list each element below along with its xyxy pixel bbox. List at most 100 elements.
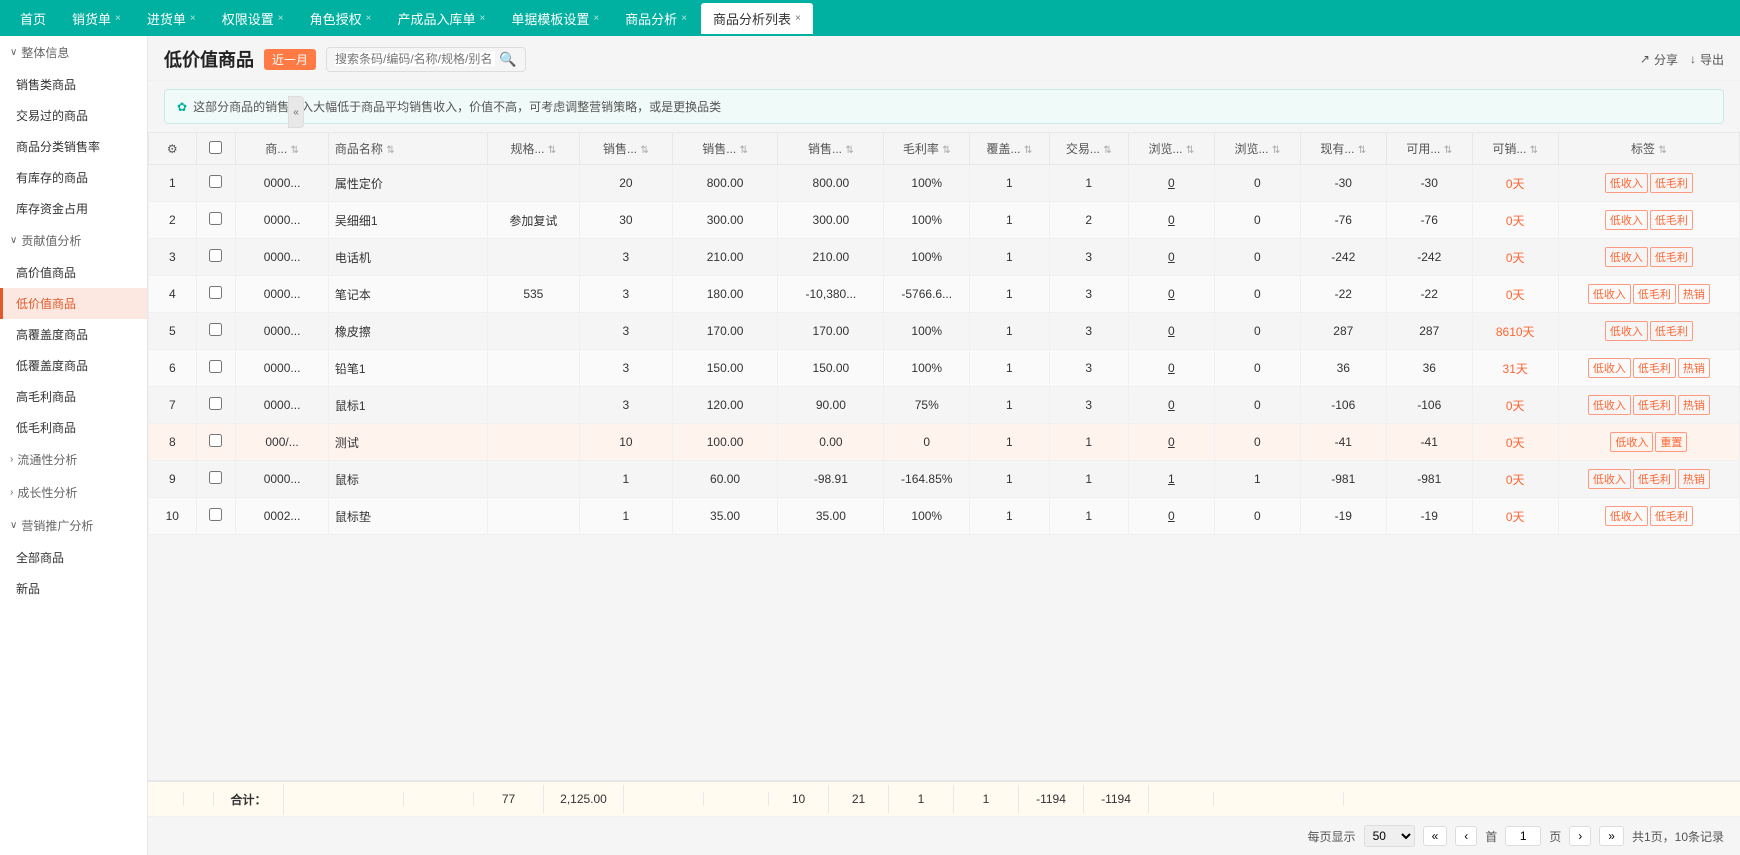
search-icon[interactable]: 🔍 <box>499 51 516 68</box>
row-checkbox[interactable] <box>209 508 222 521</box>
nav-template[interactable]: 单据模板设置 × <box>499 3 611 34</box>
browse1-link[interactable]: 0 <box>1168 435 1175 449</box>
col-stock2-header[interactable]: 可用... ⇅ <box>1386 133 1472 165</box>
browse1-link[interactable]: 0 <box>1168 213 1175 227</box>
sidebar-group-marketing[interactable]: ∨ 营销推广分析 <box>0 509 147 542</box>
nav-close-goods-list[interactable]: × <box>795 13 801 24</box>
nav-goods-analysis[interactable]: 商品分析 × <box>613 3 699 34</box>
page-size-select[interactable]: 50 100 200 <box>1364 825 1415 847</box>
sidebar-collapse-btn[interactable]: « <box>288 96 304 128</box>
nav-close-template[interactable]: × <box>593 13 599 24</box>
browse1-link[interactable]: 0 <box>1168 324 1175 338</box>
col-saleprice-header[interactable]: 销售... ⇅ <box>672 133 778 165</box>
sidebar-item-new-goods[interactable]: 新品 <box>0 573 147 604</box>
row-name: 鼠标 <box>328 461 487 498</box>
col-browse2-header[interactable]: 浏览... ⇅ <box>1214 133 1300 165</box>
export-btn[interactable]: ↓ 导出 <box>1690 51 1724 68</box>
sidebar-item-all-goods[interactable]: 全部商品 <box>0 542 147 573</box>
browse1-link[interactable]: 0 <box>1168 287 1175 301</box>
row-spec <box>487 350 580 387</box>
nav-goods-analysis-list[interactable]: 商品分析列表 × <box>701 3 813 34</box>
sidebar-item-low-coverage[interactable]: 低覆盖度商品 <box>0 350 147 381</box>
sidebar-group-overview[interactable]: ∨ 整体信息 <box>0 36 147 69</box>
col-settings-header[interactable]: ⚙ <box>149 133 197 165</box>
sidebar-item-high-margin[interactable]: 高毛利商品 <box>0 381 147 412</box>
row-tags: 低收入低毛利热销 <box>1558 276 1739 313</box>
browse1-link[interactable]: 1 <box>1168 472 1175 486</box>
nav-close-goods-analysis[interactable]: × <box>681 13 687 24</box>
row-num: 4 <box>149 276 197 313</box>
row-profit-rate: 100% <box>884 498 970 535</box>
row-name: 属性定价 <box>328 165 487 202</box>
select-all-checkbox[interactable] <box>209 141 222 154</box>
sidebar-item-high-value[interactable]: 高价值商品 <box>0 257 147 288</box>
row-checkbox[interactable] <box>209 397 222 410</box>
browse1-link[interactable]: 0 <box>1168 361 1175 375</box>
row-checkbox[interactable] <box>209 175 222 188</box>
first-page-btn[interactable]: « <box>1423 826 1448 846</box>
nav-sales-order[interactable]: 销货单 × <box>60 3 133 34</box>
nav-close-product-stock[interactable]: × <box>479 13 485 24</box>
nav-purchase-order[interactable]: 进货单 × <box>135 3 208 34</box>
row-stock2: 287 <box>1386 313 1472 350</box>
col-saleqty-header[interactable]: 销售... ⇅ <box>580 133 673 165</box>
row-num: 7 <box>149 387 197 424</box>
time-filter-btn[interactable]: 近一月 <box>264 49 316 70</box>
sidebar-item-traded-goods[interactable]: 交易过的商品 <box>0 100 147 131</box>
nav-close-purchase[interactable]: × <box>190 13 196 24</box>
search-input[interactable] <box>335 52 495 66</box>
sidebar-group-growth[interactable]: › 成长性分析 <box>0 476 147 509</box>
row-checkbox[interactable] <box>209 286 222 299</box>
nav-permission[interactable]: 权限设置 × <box>210 3 296 34</box>
footer-label: 合计： <box>214 784 284 815</box>
nav-close-role[interactable]: × <box>366 13 372 24</box>
col-sellable-header[interactable]: 可销... ⇅ <box>1472 133 1558 165</box>
row-num: 2 <box>149 202 197 239</box>
col-trade-header[interactable]: 交易... ⇅ <box>1049 133 1128 165</box>
sidebar-item-sales-goods[interactable]: 销售类商品 <box>0 69 147 100</box>
col-tag-header[interactable]: 标签 ⇅ <box>1558 133 1739 165</box>
row-tags: 低收入低毛利热销 <box>1558 350 1739 387</box>
share-btn[interactable]: ↗ 分享 <box>1640 51 1678 68</box>
nav-product-stock[interactable]: 产成品入库单 × <box>385 3 497 34</box>
nav-close-permission[interactable]: × <box>278 13 284 24</box>
page-number-input[interactable] <box>1505 826 1541 846</box>
sidebar-group-liquidity[interactable]: › 流通性分析 <box>0 443 147 476</box>
nav-home[interactable]: 首页 <box>8 3 58 34</box>
next-page-btn[interactable]: › <box>1569 826 1591 846</box>
row-checkbox[interactable] <box>209 323 222 336</box>
nav-close-sales[interactable]: × <box>115 13 121 24</box>
col-profitrate-header[interactable]: 毛利率 ⇅ <box>884 133 970 165</box>
col-code-header[interactable]: 商... ⇅ <box>236 133 329 165</box>
row-checkbox[interactable] <box>209 212 222 225</box>
row-checkbox[interactable] <box>209 360 222 373</box>
sidebar: ∨ 整体信息 销售类商品 交易过的商品 商品分类销售率 有库存的商品 库存资金占… <box>0 36 148 855</box>
row-trade: 3 <box>1049 350 1128 387</box>
browse1-link[interactable]: 0 <box>1168 509 1175 523</box>
col-saleamount-header[interactable]: 销售... ⇅ <box>778 133 884 165</box>
row-checkbox[interactable] <box>209 249 222 262</box>
col-browse1-header[interactable]: 浏览... ⇅ <box>1128 133 1214 165</box>
prev-page-btn[interactable]: ‹ <box>1455 826 1477 846</box>
sidebar-item-high-coverage[interactable]: 高覆盖度商品 <box>0 319 147 350</box>
col-check-header[interactable] <box>196 133 236 165</box>
browse1-link[interactable]: 0 <box>1168 176 1175 190</box>
nav-role-auth[interactable]: 角色授权 × <box>298 3 384 34</box>
sidebar-group-contribution[interactable]: ∨ 贡献值分析 <box>0 224 147 257</box>
table-scroll-container[interactable]: ⚙ 商... ⇅ 商品名称 ⇅ 规格... ⇅ 销售... ⇅ 销售... ⇅ … <box>148 132 1740 780</box>
sidebar-item-stock-goods[interactable]: 有库存的商品 <box>0 162 147 193</box>
sidebar-item-low-margin[interactable]: 低毛利商品 <box>0 412 147 443</box>
row-coverage: 1 <box>970 276 1049 313</box>
browse1-link[interactable]: 0 <box>1168 250 1175 264</box>
row-checkbox[interactable] <box>209 434 222 447</box>
last-page-btn[interactable]: » <box>1599 826 1624 846</box>
sidebar-item-low-value[interactable]: 低价值商品 <box>0 288 147 319</box>
col-name-header[interactable]: 商品名称 ⇅ <box>328 133 487 165</box>
col-spec-header[interactable]: 规格... ⇅ <box>487 133 580 165</box>
row-checkbox[interactable] <box>209 471 222 484</box>
col-stock1-header[interactable]: 现有... ⇅ <box>1300 133 1386 165</box>
sidebar-item-stock-capital[interactable]: 库存资金占用 <box>0 193 147 224</box>
sidebar-item-category-sales[interactable]: 商品分类销售率 <box>0 131 147 162</box>
col-coverage-header[interactable]: 覆盖... ⇅ <box>970 133 1049 165</box>
browse1-link[interactable]: 0 <box>1168 398 1175 412</box>
